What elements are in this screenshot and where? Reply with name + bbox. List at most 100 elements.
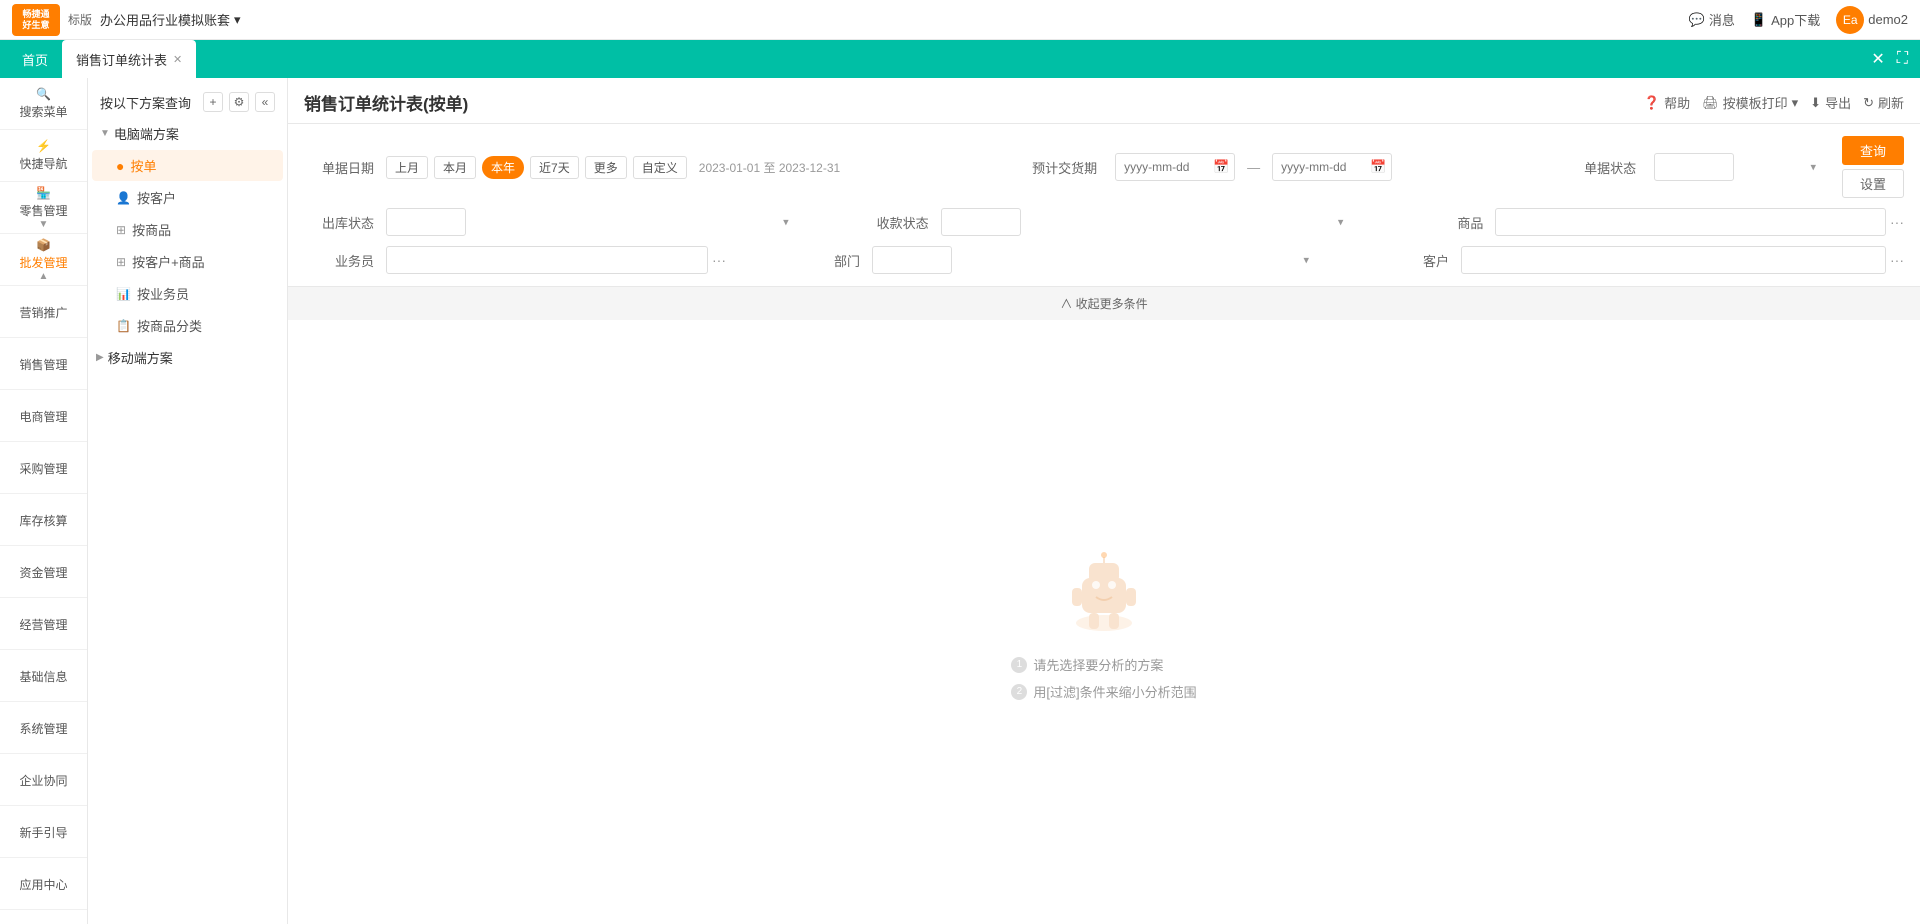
- close-tab-icon[interactable]: ✕: [173, 53, 182, 66]
- right-content: 销售订单统计表(按单) ❓ 帮助 🖨 按模板打印 ▾ ⬇ 导出: [288, 78, 1920, 924]
- sidebar-item-app-center[interactable]: 应用中心: [0, 858, 87, 910]
- goods-more-icon[interactable]: ···: [1890, 214, 1904, 230]
- sidebar-item-sales[interactable]: 销售管理: [0, 338, 87, 390]
- date-btn-more[interactable]: 更多: [585, 156, 627, 179]
- date-btn-custom[interactable]: 自定义: [633, 156, 687, 179]
- department-select[interactable]: [872, 246, 952, 274]
- shipment-chevron-icon: ▾: [783, 216, 789, 229]
- sidebar-item-finance[interactable]: 资金管理: [0, 546, 87, 598]
- scheme-item-by-category[interactable]: 📋 按商品分类: [92, 310, 283, 341]
- status-chevron-icon: ▾: [1810, 161, 1816, 174]
- sidebar-item-quick-nav[interactable]: ⚡ 快捷导航: [0, 130, 87, 182]
- tab-sales-stats[interactable]: 销售订单统计表 ✕: [62, 40, 196, 78]
- scheme-item-by-order[interactable]: ● 按单: [92, 150, 283, 181]
- account-selector[interactable]: 办公用品行业模拟账套 ▾: [100, 10, 241, 29]
- sidebar-item-enterprise[interactable]: 企业协同: [0, 754, 87, 806]
- goods-input[interactable]: [1495, 208, 1886, 236]
- payment-chevron-icon: ▾: [1338, 216, 1344, 229]
- query-button[interactable]: 查询: [1842, 136, 1904, 165]
- customer-input[interactable]: [1461, 246, 1886, 274]
- shipment-label: 出库状态: [304, 213, 374, 232]
- export-button[interactable]: ⬇ 导出: [1810, 93, 1851, 112]
- print-icon: 🖨: [1702, 95, 1719, 111]
- payment-select[interactable]: [941, 208, 1021, 236]
- date-btn-7days[interactable]: 近7天: [530, 156, 579, 179]
- scheme-item-by-customer[interactable]: 👤 按客户: [92, 182, 283, 213]
- date-quick-buttons: 上月 本月 本年 近7天 更多 自定义: [386, 156, 687, 179]
- department-chevron-icon: ▾: [1303, 254, 1309, 267]
- desktop-section-toggle[interactable]: ▼ 电脑端方案: [92, 118, 283, 149]
- by-category-icon: 📋: [116, 319, 131, 333]
- page-title: 销售订单统计表(按单): [304, 90, 468, 115]
- mobile-toggle-icon: ▶: [96, 352, 104, 363]
- payment-label: 收款状态: [859, 213, 929, 232]
- mobile-section-toggle[interactable]: ▶ 移动端方案: [88, 342, 287, 373]
- scheme-item-by-customer-product[interactable]: ⊞ 按客户+商品: [92, 246, 283, 277]
- sidebar-item-retail[interactable]: 🏪 零售管理 ▼: [0, 182, 87, 234]
- sidebar-item-system[interactable]: 系统管理: [0, 702, 87, 754]
- date-btn-this-month[interactable]: 本月: [434, 156, 476, 179]
- topbar-right: 💬 消息 📱 App下载 Ea demo2: [1689, 6, 1908, 34]
- filter-row-3: 业务员 ··· 部门 ▾ 客户: [304, 246, 1904, 274]
- add-scheme-button[interactable]: +: [203, 92, 223, 112]
- app-download-button[interactable]: 📱 App下载: [1751, 10, 1820, 29]
- customer-more-icon[interactable]: ···: [1890, 252, 1904, 268]
- scheme-settings-button[interactable]: ⚙: [229, 92, 249, 112]
- status-select-wrapper: ▾: [1654, 153, 1822, 181]
- empty-hint-2: 2 用[过滤]条件来缩小分析范围: [1011, 682, 1196, 701]
- date-btn-this-year[interactable]: 本年: [482, 156, 524, 179]
- sidebar-item-purchase[interactable]: 采购管理: [0, 442, 87, 494]
- tabbar-right-actions: ✕ ⛶: [1871, 49, 1920, 69]
- expand-icon[interactable]: ⛶: [1897, 50, 1908, 68]
- settings-button[interactable]: 设置: [1842, 169, 1904, 198]
- print-template-button[interactable]: 🖨 按模板打印 ▾: [1702, 93, 1798, 112]
- filter-row-2: 出库状态 ▾ 收款状态 ▾: [304, 208, 1904, 236]
- message-button[interactable]: 💬 消息: [1689, 10, 1735, 29]
- left-panel: 按以下方案查询 + ⚙ « ▼ 电脑端方案: [88, 78, 288, 924]
- tab-home[interactable]: 首页: [8, 40, 62, 78]
- step-2-num: 2: [1011, 684, 1027, 700]
- shipment-select[interactable]: [386, 208, 466, 236]
- by-customer-product-icon: ⊞: [116, 255, 126, 269]
- avatar: Ea: [1836, 6, 1864, 34]
- refresh-icon: ↻: [1863, 95, 1874, 111]
- toggle-icon: ▼: [100, 128, 110, 139]
- by-salesman-icon: 📊: [116, 287, 131, 301]
- empty-text: 1 请先选择要分析的方案 2 用[过滤]条件来缩小分析范围: [1011, 655, 1196, 701]
- expected-date-end-input[interactable]: [1272, 153, 1392, 181]
- salesman-more-icon[interactable]: ···: [712, 252, 726, 268]
- scheme-item-by-salesman[interactable]: 📊 按业务员: [92, 278, 283, 309]
- sidebar-item-wechat[interactable]: 企业微信: [0, 910, 87, 924]
- step-1-num: 1: [1011, 657, 1027, 673]
- sidebar-item-inventory[interactable]: 库存核算: [0, 494, 87, 546]
- topbar: 畅捷通好生意 标版 办公用品行业模拟账套 ▾ 💬 消息 📱 App下载 Ea d…: [0, 0, 1920, 40]
- panel-icons: + ⚙ «: [203, 92, 275, 112]
- sidebar-item-operations[interactable]: 经营管理: [0, 598, 87, 650]
- expected-date-start-input[interactable]: [1115, 153, 1235, 181]
- close-window-icon[interactable]: ✕: [1871, 49, 1884, 69]
- sidebar-item-newbie[interactable]: 新手引导: [0, 806, 87, 858]
- department-select-wrapper: ▾: [872, 246, 1315, 274]
- refresh-button[interactable]: ↻ 刷新: [1863, 93, 1904, 112]
- scheme-item-by-product[interactable]: ⊞ 按商品: [92, 214, 283, 245]
- salesman-input[interactable]: [386, 246, 708, 274]
- sidebar-item-basic[interactable]: 基础信息: [0, 650, 87, 702]
- status-select[interactable]: [1654, 153, 1734, 181]
- date-btn-last-month[interactable]: 上月: [386, 156, 428, 179]
- sidebar-item-search[interactable]: 🔍 搜索菜单: [0, 78, 87, 130]
- retail-arrow-icon: ▼: [39, 219, 49, 230]
- sidebar-item-marketing[interactable]: 营销推广: [0, 286, 87, 338]
- collapse-bar[interactable]: ∧ 收起更多条件: [288, 287, 1920, 320]
- by-order-icon: ●: [116, 158, 124, 174]
- left-panel-header: 按以下方案查询 + ⚙ «: [88, 86, 287, 118]
- help-button[interactable]: ❓ 帮助: [1644, 93, 1690, 112]
- by-product-icon: ⊞: [116, 223, 126, 237]
- sidebar-item-wholesale[interactable]: 📦 批发管理 ▲: [0, 234, 87, 286]
- retail-icon: 🏪: [36, 186, 51, 200]
- quick-nav-icon: ⚡: [36, 139, 51, 153]
- sidebar-item-ecommerce[interactable]: 电商管理: [0, 390, 87, 442]
- collapse-panel-button[interactable]: «: [255, 92, 275, 112]
- page-header-actions: ❓ 帮助 🖨 按模板打印 ▾ ⬇ 导出 ↻ 刷新: [1644, 93, 1904, 112]
- search-icon: 🔍: [36, 87, 51, 101]
- user-menu[interactable]: Ea demo2: [1836, 6, 1908, 34]
